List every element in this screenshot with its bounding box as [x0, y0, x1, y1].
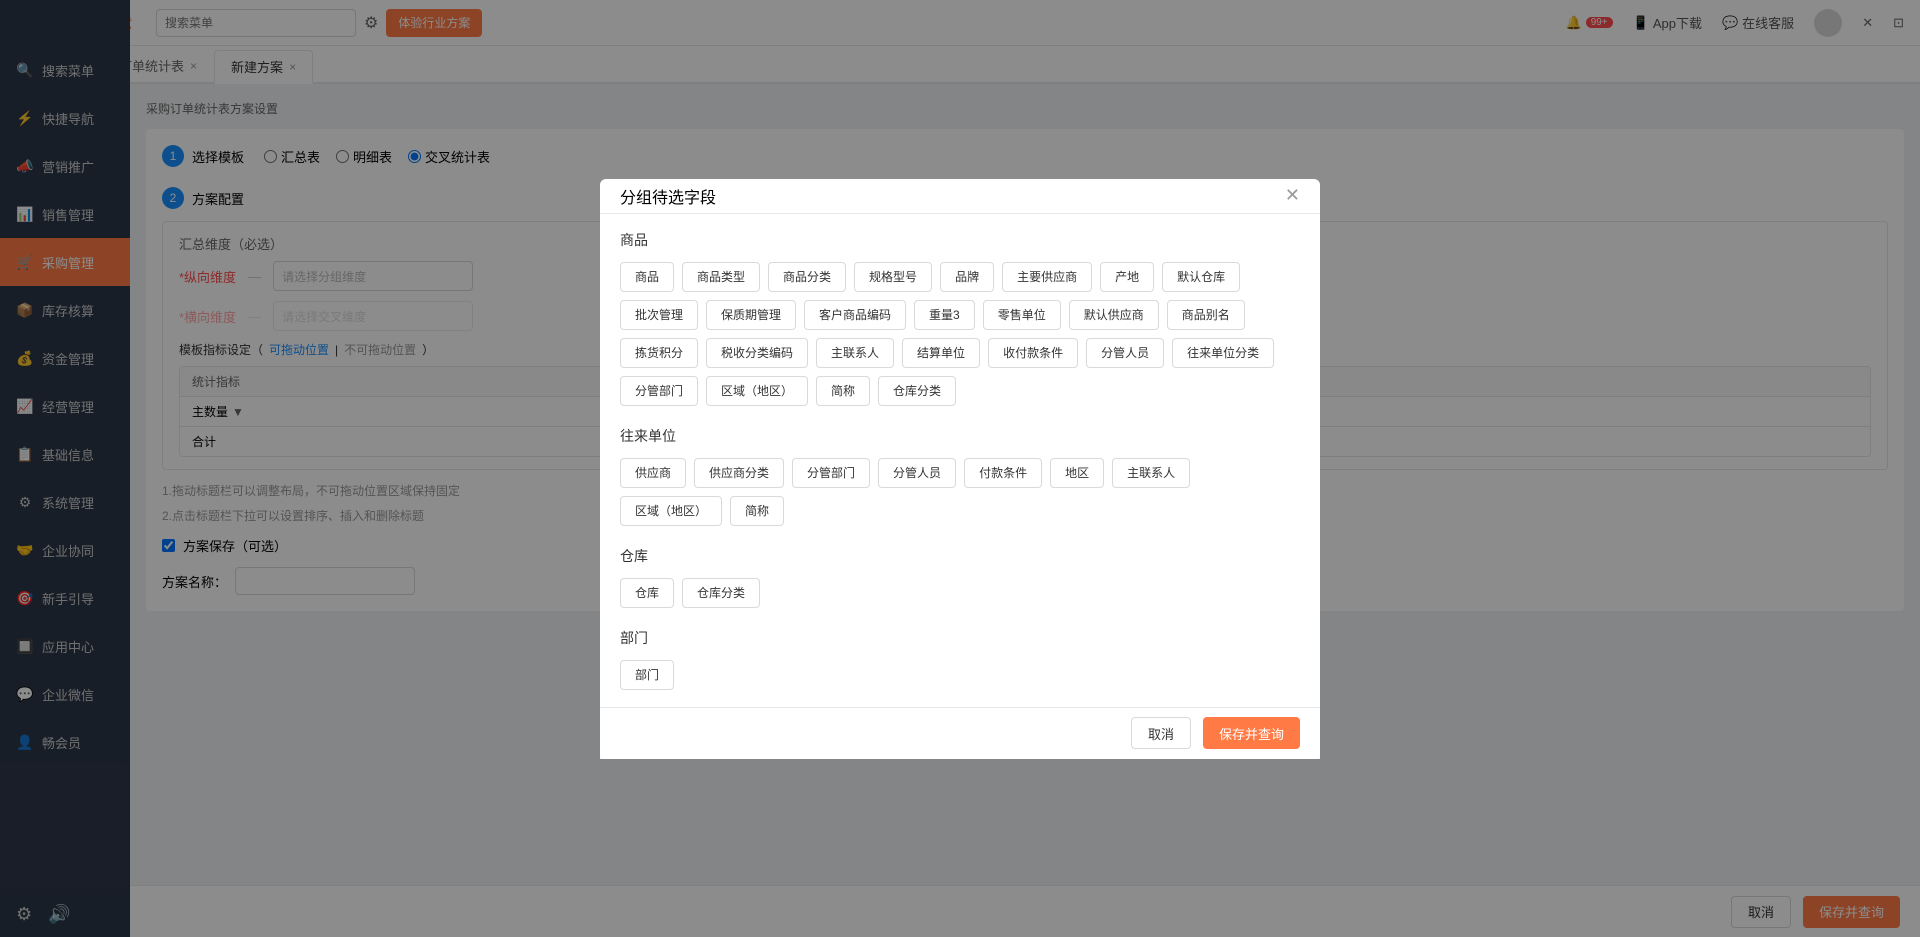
field-tag[interactable]: 结算单位 — [902, 338, 980, 368]
partner-section-title: 往来单位 — [620, 426, 1300, 446]
field-tag[interactable]: 付款条件 — [964, 458, 1042, 488]
field-tag[interactable]: 地区 — [1050, 458, 1104, 488]
field-tag[interactable]: 仓库分类 — [682, 578, 760, 608]
warehouse-section-title: 仓库 — [620, 546, 1300, 566]
field-tag[interactable]: 默认仓库 — [1162, 262, 1240, 292]
field-tag[interactable]: 默认供应商 — [1069, 300, 1159, 330]
field-tag[interactable]: 收付款条件 — [988, 338, 1078, 368]
field-tag[interactable]: 主联系人 — [1112, 458, 1190, 488]
field-tag[interactable]: 分管人员 — [1086, 338, 1164, 368]
field-tag[interactable]: 拣货积分 — [620, 338, 698, 368]
dept-section-title: 部门 — [620, 628, 1300, 648]
warehouse-section: 仓库 仓库 仓库分类 — [620, 546, 1300, 608]
goods-fields: 商品 商品类型 商品分类 规格型号 品牌 主要供应商 产地 默认仓库 批次管理 … — [620, 262, 1300, 406]
goods-section-title: 商品 — [620, 230, 1300, 250]
field-tag[interactable]: 简称 — [816, 376, 870, 406]
field-tag[interactable]: 保质期管理 — [706, 300, 796, 330]
field-tag[interactable]: 区域（地区） — [620, 496, 722, 526]
field-tag[interactable]: 规格型号 — [854, 262, 932, 292]
field-tag[interactable]: 主要供应商 — [1002, 262, 1092, 292]
field-tag[interactable]: 商品类型 — [682, 262, 760, 292]
field-tag[interactable]: 往来单位分类 — [1172, 338, 1274, 368]
field-tag[interactable]: 产地 — [1100, 262, 1154, 292]
goods-section: 商品 商品 商品类型 商品分类 规格型号 品牌 主要供应商 产地 默认仓库 批次… — [620, 230, 1300, 406]
field-tag[interactable]: 供应商分类 — [694, 458, 784, 488]
modal-overlay: 分组待选字段 ✕ 商品 商品 商品类型 商品分类 规格型号 品牌 主要供应商 产… — [0, 0, 1920, 937]
field-tag[interactable]: 税收分类编码 — [706, 338, 808, 368]
modal-confirm-button[interactable]: 保存并查询 — [1203, 717, 1300, 749]
dept-section: 部门 部门 — [620, 628, 1300, 690]
partner-section: 往来单位 供应商 供应商分类 分管部门 分管人员 付款条件 地区 主联系人 区域… — [620, 426, 1300, 526]
field-tag[interactable]: 商品别名 — [1167, 300, 1245, 330]
field-tag[interactable]: 主联系人 — [816, 338, 894, 368]
field-tag[interactable]: 品牌 — [940, 262, 994, 292]
field-tag[interactable]: 仓库分类 — [878, 376, 956, 406]
dept-fields: 部门 — [620, 660, 1300, 690]
field-tag[interactable]: 商品分类 — [768, 262, 846, 292]
modal-footer: 取消 保存并查询 — [600, 707, 1320, 759]
modal: 分组待选字段 ✕ 商品 商品 商品类型 商品分类 规格型号 品牌 主要供应商 产… — [600, 179, 1320, 759]
warehouse-fields: 仓库 仓库分类 — [620, 578, 1300, 608]
field-tag[interactable]: 部门 — [620, 660, 674, 690]
field-tag[interactable]: 零售单位 — [983, 300, 1061, 330]
modal-cancel-button[interactable]: 取消 — [1131, 717, 1191, 749]
partner-fields: 供应商 供应商分类 分管部门 分管人员 付款条件 地区 主联系人 区域（地区） … — [620, 458, 1300, 526]
field-tag[interactable]: 简称 — [730, 496, 784, 526]
field-tag[interactable]: 客户商品编码 — [804, 300, 906, 330]
modal-title: 分组待选字段 — [620, 184, 716, 208]
field-tag[interactable]: 分管部门 — [792, 458, 870, 488]
modal-header: 分组待选字段 ✕ — [600, 179, 1320, 214]
field-tag[interactable]: 仓库 — [620, 578, 674, 608]
field-tag[interactable]: 重量3 — [914, 300, 975, 330]
modal-close-icon[interactable]: ✕ — [1285, 185, 1300, 206]
modal-body[interactable]: 商品 商品 商品类型 商品分类 规格型号 品牌 主要供应商 产地 默认仓库 批次… — [600, 214, 1320, 749]
field-tag[interactable]: 区域（地区） — [706, 376, 808, 406]
field-tag[interactable]: 分管人员 — [878, 458, 956, 488]
field-tag[interactable]: 商品 — [620, 262, 674, 292]
field-tag[interactable]: 供应商 — [620, 458, 686, 488]
field-tag[interactable]: 分管部门 — [620, 376, 698, 406]
field-tag[interactable]: 批次管理 — [620, 300, 698, 330]
